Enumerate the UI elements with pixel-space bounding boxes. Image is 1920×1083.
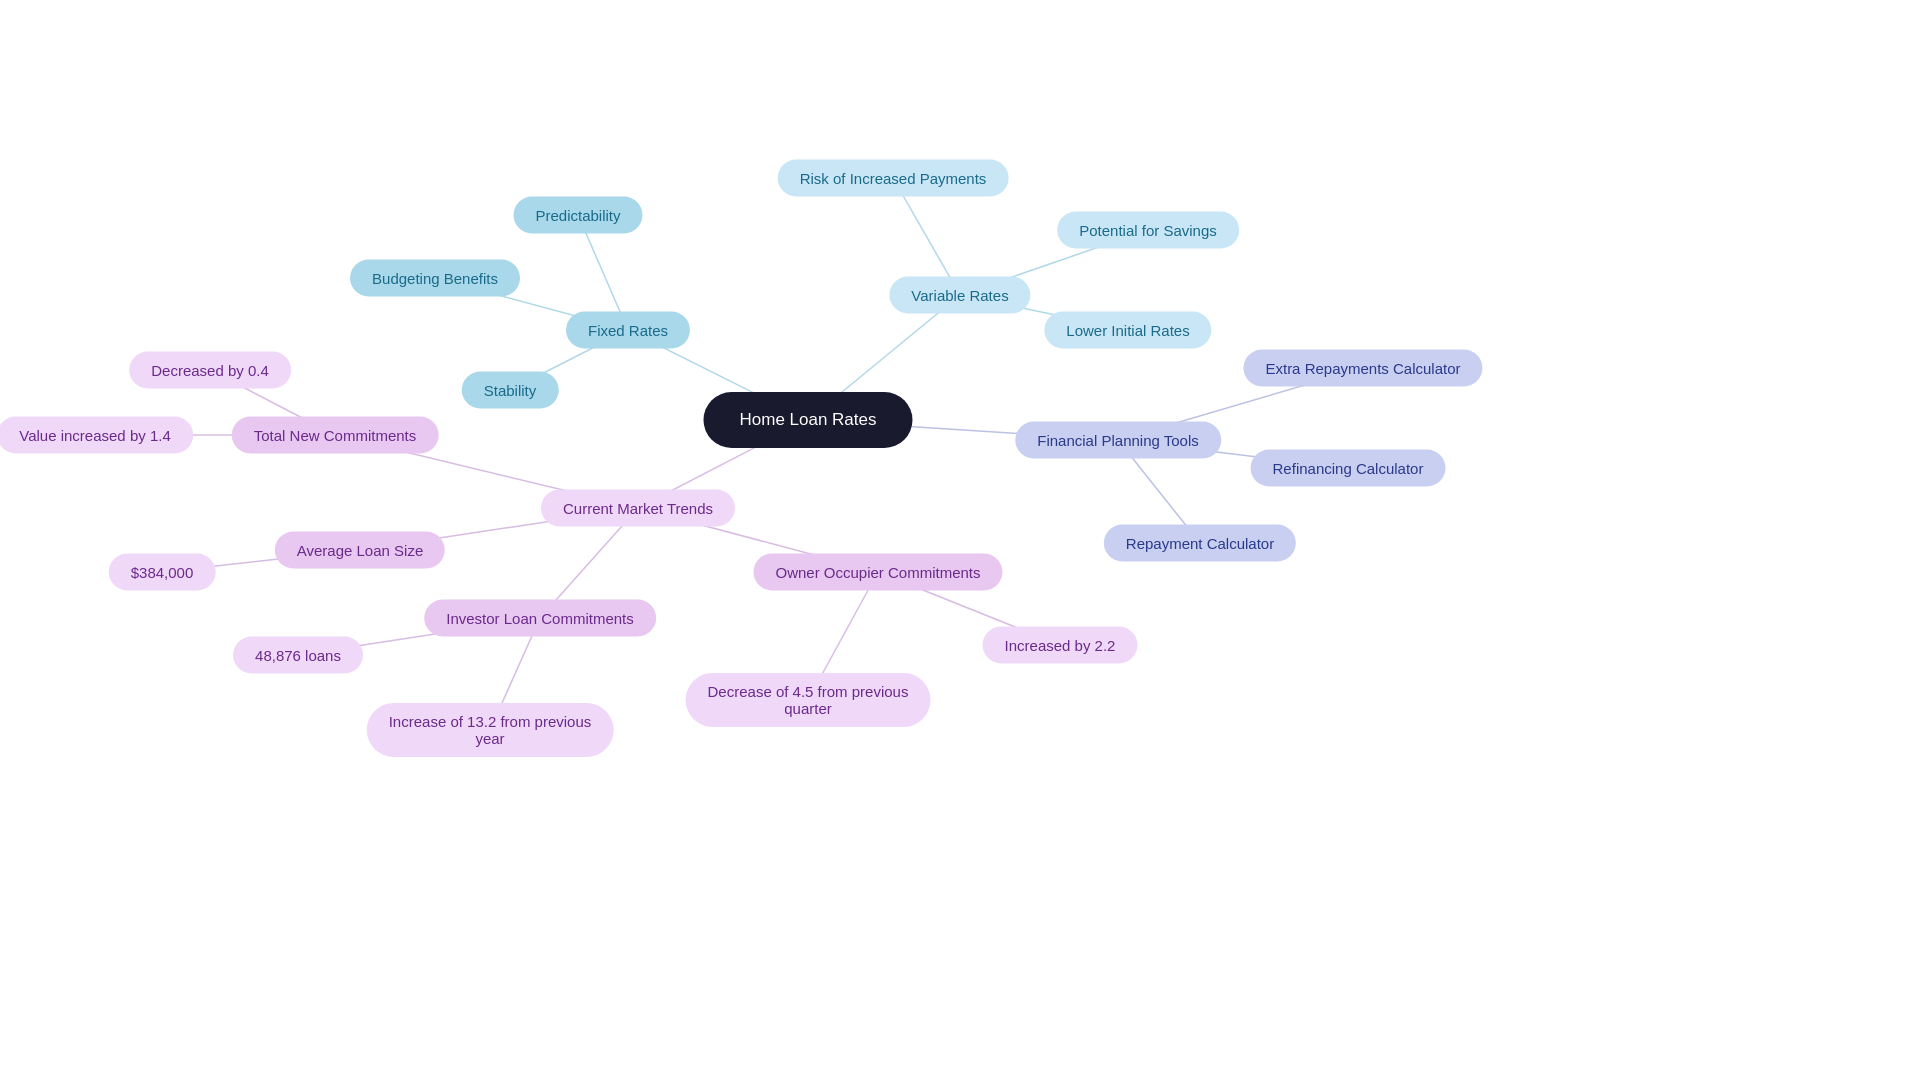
- node-current_market_trends[interactable]: Current Market Trends: [541, 490, 735, 527]
- node-384000[interactable]: $384,000: [109, 554, 216, 591]
- node-lower_initial_rates[interactable]: Lower Initial Rates: [1044, 312, 1211, 349]
- node-predictability[interactable]: Predictability: [513, 197, 642, 234]
- node-increase_132[interactable]: Increase of 13.2 from previous year: [367, 703, 614, 757]
- node-total_new_commitments[interactable]: Total New Commitments: [232, 417, 439, 454]
- node-center[interactable]: Home Loan Rates: [703, 392, 912, 448]
- node-value_increased_14[interactable]: Value increased by 1.4: [0, 417, 193, 454]
- node-repayment_calc[interactable]: Repayment Calculator: [1104, 525, 1296, 562]
- mind-map: $384,000 Home Loan Rates Fixed Rates Predic…: [0, 0, 1920, 1083]
- node-refinancing_calc[interactable]: Refinancing Calculator: [1251, 450, 1446, 487]
- node-decrease_45[interactable]: Decrease of 4.5 from previous quarter: [686, 673, 931, 727]
- node-stability[interactable]: Stability: [462, 372, 559, 409]
- node-financial_planning_tools[interactable]: Financial Planning Tools: [1015, 422, 1221, 459]
- node-extra_repayments_calc[interactable]: Extra Repayments Calculator: [1243, 350, 1482, 387]
- node-potential_savings[interactable]: Potential for Savings: [1057, 212, 1239, 249]
- node-variable_rates[interactable]: Variable Rates: [889, 277, 1030, 314]
- node-48876_loans[interactable]: 48,876 loans: [233, 637, 363, 674]
- node-fixed_rates[interactable]: Fixed Rates: [566, 312, 690, 349]
- node-budgeting_benefits[interactable]: Budgeting Benefits: [350, 260, 520, 297]
- node-increased_22[interactable]: Increased by 2.2: [983, 627, 1138, 664]
- node-decreased_04[interactable]: Decreased by 0.4: [129, 352, 291, 389]
- node-average_loan_size[interactable]: Average Loan Size: [275, 532, 445, 569]
- node-risk_increased_payments[interactable]: Risk of Increased Payments: [778, 160, 1009, 197]
- node-owner_occupier[interactable]: Owner Occupier Commitments: [753, 554, 1002, 591]
- node-investor_loan_commitments[interactable]: Investor Loan Commitments: [424, 600, 656, 637]
